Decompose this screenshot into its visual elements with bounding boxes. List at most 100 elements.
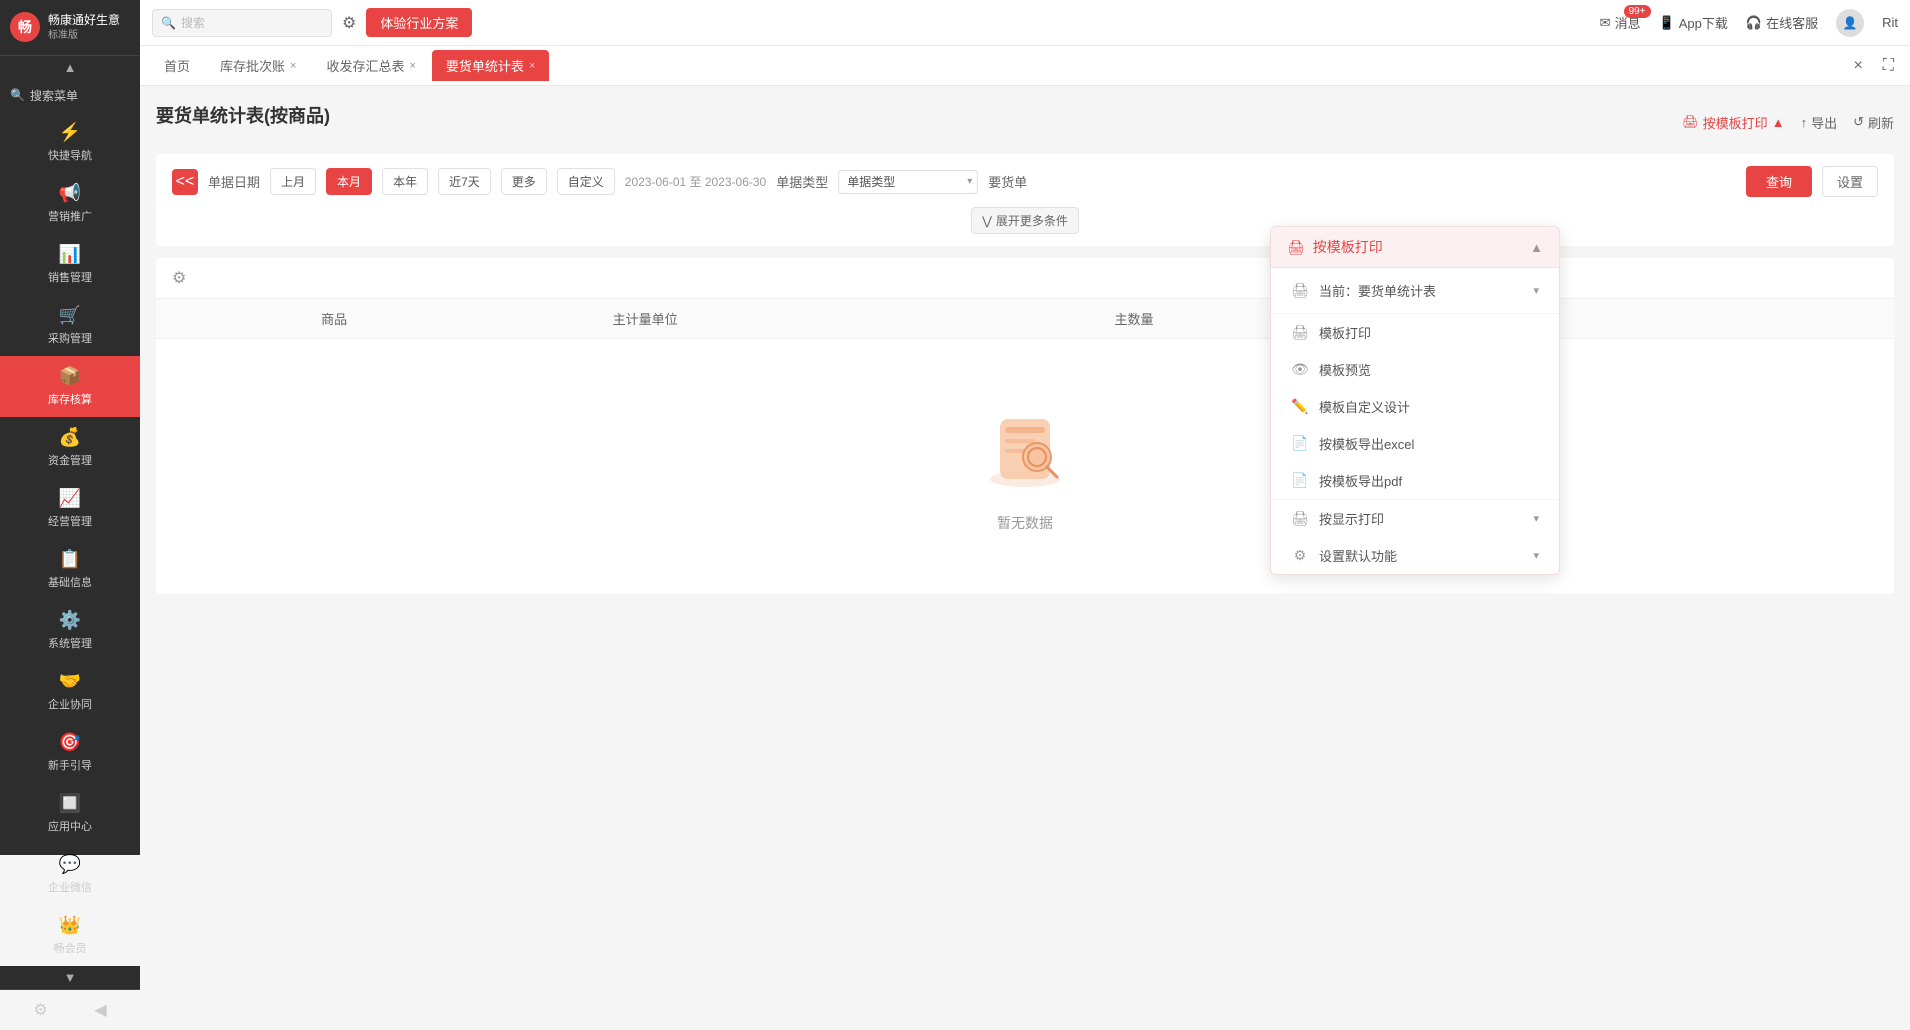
date-btn-custom[interactable]: 自定义 xyxy=(557,168,615,195)
date-btn-this-month[interactable]: 本月 xyxy=(326,168,372,195)
sidebar-scroll-up[interactable]: ▲ xyxy=(0,56,140,79)
tab-order-stats[interactable]: 要货单统计表 × xyxy=(432,50,549,81)
sidebar-item-finance[interactable]: 💰 资金管理 xyxy=(0,417,140,478)
logo-icon: 畅 xyxy=(10,12,40,42)
tab-home[interactable]: 首页 xyxy=(150,50,204,81)
inventory-icon: 📦 xyxy=(59,366,81,387)
app-download-action[interactable]: 📱 App下载 xyxy=(1659,13,1728,32)
tabs-bar: 首页 库存批次账 × 收发存汇总表 × 要货单统计表 × × ⛶ xyxy=(140,46,1910,86)
finance-icon: 💰 xyxy=(59,427,81,448)
collapse-icon[interactable]: ◀ xyxy=(94,1000,106,1020)
dropdown-section-current: 🖨 当前：要货单统计表 ▾ xyxy=(1271,268,1559,313)
dropdown-header-left: 🖨 按模板打印 xyxy=(1287,237,1383,257)
topbar-search[interactable]: 🔍 搜索 xyxy=(152,9,332,37)
sidebar-item-quick-nav[interactable]: ⚡ 快捷导航 xyxy=(0,112,140,173)
refresh-button[interactable]: ↺ 刷新 xyxy=(1853,113,1894,132)
col-checkbox xyxy=(156,299,307,339)
table-gear-icon[interactable]: ⚙ xyxy=(172,268,186,288)
dropdown-header: 🖨 按模板打印 ▲ xyxy=(1271,227,1559,268)
dropdown-item-preview[interactable]: 👁 模板预览 xyxy=(1271,351,1559,388)
tab-close-summary[interactable]: × xyxy=(409,60,415,72)
dropdown-collapse-icon[interactable]: ▲ xyxy=(1530,240,1543,255)
expand-more-button[interactable]: ⋁ 展开更多条件 xyxy=(971,207,1079,234)
member-icon: 👑 xyxy=(59,915,81,936)
topbar: 🔍 搜索 ⚙ 体验行业方案 ✉ 消息 99+ 📱 App下载 🎧 在线客服 👤 … xyxy=(140,0,1910,46)
tab-close-inventory-batch[interactable]: × xyxy=(290,60,296,72)
sidebar-item-collab[interactable]: 🤝 企业协同 xyxy=(0,661,140,722)
sidebar-item-basic[interactable]: 📋 基础信息 xyxy=(0,539,140,600)
export-excel-icon: 📄 xyxy=(1291,435,1309,452)
dropdown-item-custom-design[interactable]: ✏️ 模板自定义设计 xyxy=(1271,388,1559,425)
set-default-chevron: ▾ xyxy=(1533,549,1539,562)
sidebar-item-purchase[interactable]: 🛒 采购管理 xyxy=(0,295,140,356)
dropdown-set-default[interactable]: ⚙ 设置默认功能 ▾ xyxy=(1271,537,1559,574)
tab-close-order-stats[interactable]: × xyxy=(529,60,535,72)
system-icon: ⚙️ xyxy=(59,610,81,631)
table-toolbar: ⚙ xyxy=(156,258,1894,299)
sidebar-scroll-down[interactable]: ▼ xyxy=(0,966,140,989)
date-btn-last-month[interactable]: 上月 xyxy=(270,168,316,195)
sidebar: 畅 畅康通好生意 标准版 ▲ 🔍 搜索菜单 ⚡ 快捷导航 📢 营销推广 📊 销售… xyxy=(0,0,140,855)
wechat-icon: 💬 xyxy=(59,854,81,875)
goods-label: 要货单 xyxy=(988,172,1027,191)
tab-fullscreen-icon[interactable]: ⛶ xyxy=(1877,55,1900,77)
tab-expand-icon[interactable]: × xyxy=(1847,55,1868,77)
date-btn-this-year[interactable]: 本年 xyxy=(382,168,428,195)
data-table: 商品 主计量单位 主数量 零售金额 xyxy=(156,299,1894,594)
settings-button[interactable]: 设置 xyxy=(1822,166,1878,197)
sidebar-item-operation[interactable]: 📈 经营管理 xyxy=(0,478,140,539)
export-button[interactable]: ↑ 导出 xyxy=(1801,113,1838,132)
empty-state: 暂无数据 xyxy=(156,339,1894,593)
empty-text: 暂无数据 xyxy=(997,513,1053,533)
tab-inventory-batch[interactable]: 库存批次账 × xyxy=(206,50,310,81)
query-button[interactable]: 查询 xyxy=(1746,166,1812,197)
settings-bottom-icon[interactable]: ⚙ xyxy=(33,1000,47,1020)
purchase-icon: 🛒 xyxy=(59,305,81,326)
marketing-icon: 📢 xyxy=(59,183,81,204)
message-action[interactable]: ✉ 消息 99+ xyxy=(1600,13,1641,32)
topbar-gear-icon[interactable]: ⚙ xyxy=(342,13,356,33)
filter-toggle-button[interactable]: << xyxy=(172,169,198,195)
sidebar-search[interactable]: 🔍 搜索菜单 xyxy=(0,79,140,112)
type-select[interactable]: 单据类型 xyxy=(838,170,978,194)
export-pdf-icon: 📄 xyxy=(1291,472,1309,489)
date-label: 单据日期 xyxy=(208,172,260,191)
sidebar-item-system[interactable]: ⚙️ 系统管理 xyxy=(0,600,140,661)
online-service-action[interactable]: 🎧 在线客服 xyxy=(1746,13,1818,32)
sidebar-item-inventory[interactable]: 📦 库存核算 xyxy=(0,356,140,417)
sidebar-item-wechat[interactable]: 💬 企业微信 xyxy=(0,844,140,905)
dropdown-item-export-pdf[interactable]: 📄 按模板导出pdf xyxy=(1271,462,1559,499)
tab-summary[interactable]: 收发存汇总表 × xyxy=(312,50,429,81)
sidebar-item-sales[interactable]: 📊 销售管理 xyxy=(0,234,140,295)
refresh-icon: ↺ xyxy=(1853,114,1864,130)
sidebar-item-guide[interactable]: 🎯 新手引导 xyxy=(0,722,140,783)
dropdown-current-item[interactable]: 🖨 当前：要货单统计表 ▾ xyxy=(1271,272,1559,309)
display-print-icon: 🖨 xyxy=(1291,510,1309,527)
print-icon: 🖨 xyxy=(1682,114,1699,130)
dropdown-item-template-print[interactable]: 🖨 模板打印 xyxy=(1271,314,1559,351)
date-btn-7days[interactable]: 近7天 xyxy=(438,168,491,195)
print-button[interactable]: 🖨 按模板打印 ▲ xyxy=(1682,113,1784,132)
dropdown-section-subgroups: 🖨 按显示打印 ▾ ⚙ 设置默认功能 ▾ xyxy=(1271,499,1559,574)
dropdown-display-print[interactable]: 🖨 按显示打印 ▾ xyxy=(1271,500,1559,537)
col-goods: 商品 xyxy=(307,299,598,339)
dropdown-section-items: 🖨 模板打印 👁 模板预览 ✏️ 模板自定义设计 📄 按模板导出excel 📄 xyxy=(1271,313,1559,499)
filter-right: 查询 设置 xyxy=(1746,166,1878,197)
trial-button[interactable]: 体验行业方案 xyxy=(366,8,472,37)
logo-text: 畅康通好生意 标准版 xyxy=(48,12,120,43)
export-icon: ↑ xyxy=(1801,115,1808,130)
sidebar-item-member[interactable]: 👑 畅会员 xyxy=(0,905,140,966)
dropdown-print-icon: 🖨 xyxy=(1287,239,1305,256)
set-default-icon: ⚙ xyxy=(1291,547,1309,564)
type-label: 单据类型 xyxy=(776,172,828,191)
date-btn-more[interactable]: 更多 xyxy=(501,168,547,195)
content-top: 要货单统计表(按商品) 🖨 按模板打印 ▲ ↑ 导出 ↺ 刷新 xyxy=(156,102,1894,142)
sidebar-item-marketing[interactable]: 📢 营销推广 xyxy=(0,173,140,234)
quick-nav-icon: ⚡ xyxy=(59,122,81,143)
sidebar-item-apps[interactable]: 🔲 应用中心 xyxy=(0,783,140,844)
empty-illustration xyxy=(975,399,1075,499)
service-icon: 🎧 xyxy=(1746,15,1762,31)
dropdown-item-export-excel[interactable]: 📄 按模板导出excel xyxy=(1271,425,1559,462)
template-print-icon: 🖨 xyxy=(1291,324,1309,341)
user-avatar[interactable]: 👤 xyxy=(1836,9,1864,37)
